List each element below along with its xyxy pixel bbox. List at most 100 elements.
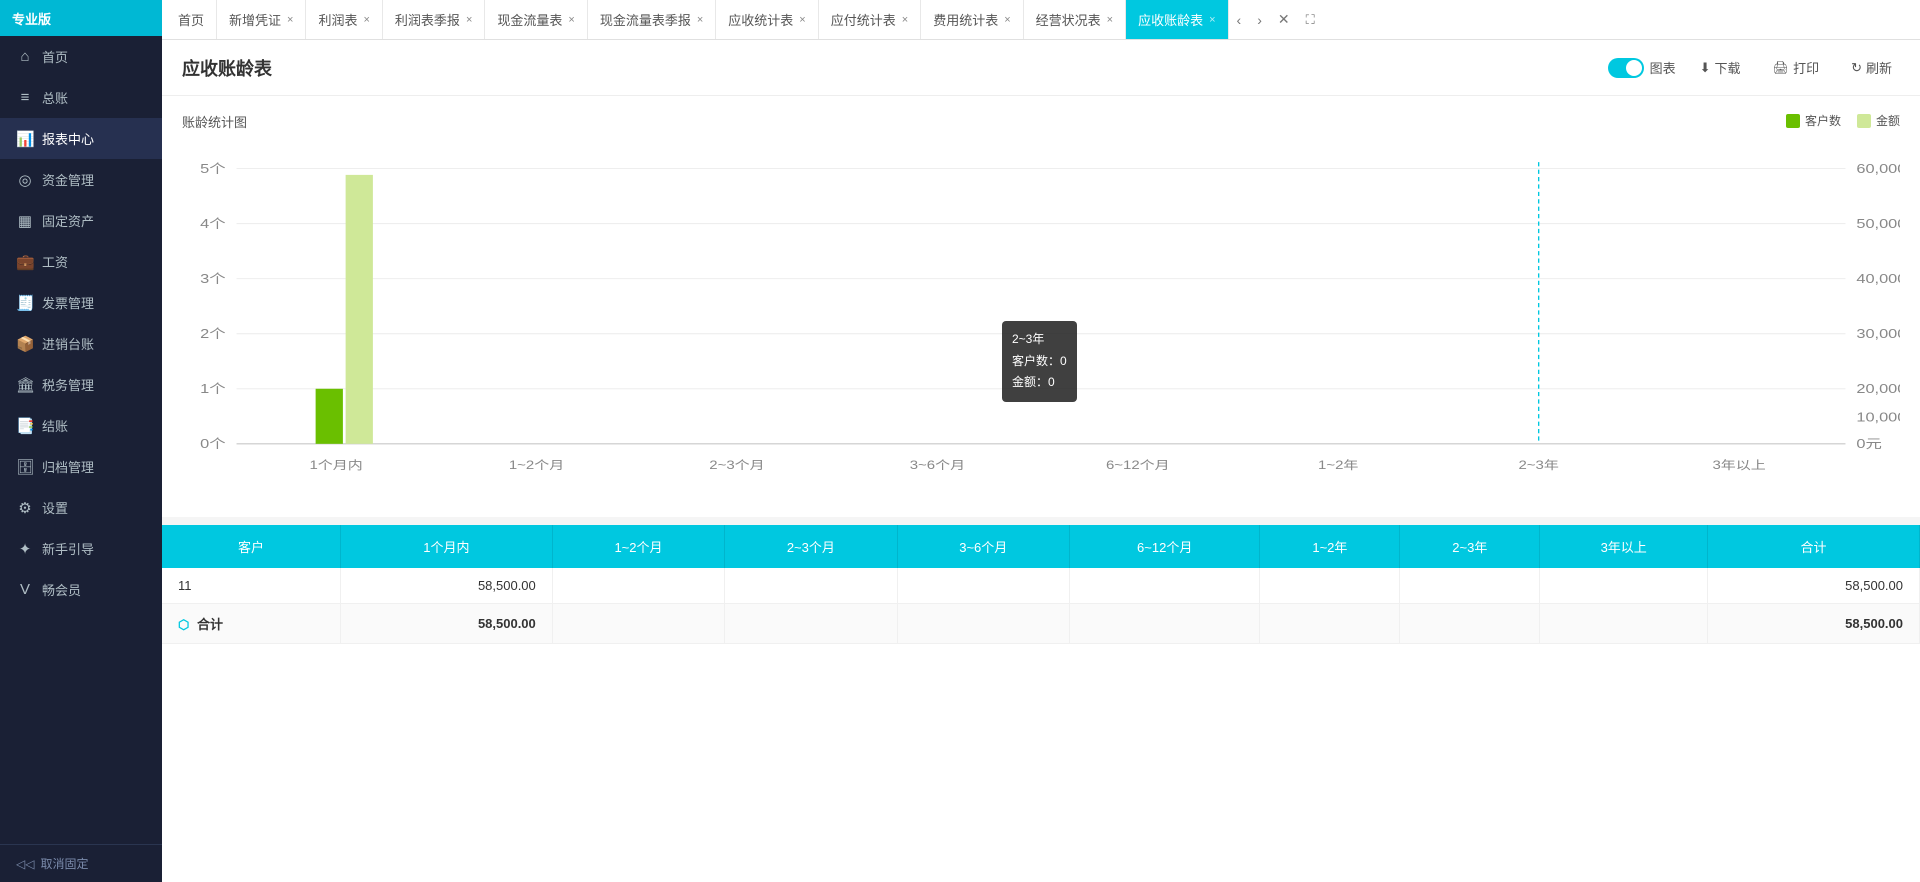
chart-svg: 5个 4个 3个 2个 1个 0个 60,000.00元 50,000.00元 …: [182, 141, 1900, 501]
fund-icon: ◎: [16, 171, 34, 189]
cell-1month: 58,500.00: [340, 568, 552, 604]
tab-expense-stat[interactable]: 费用统计表 ×: [921, 0, 1023, 39]
sidebar-item-settings[interactable]: ⚙ 设置: [0, 487, 162, 528]
tab-label: 首页: [178, 10, 204, 29]
chart-toggle-label: 图表: [1650, 58, 1676, 77]
svg-text:20,000.00元: 20,000.00元: [1856, 383, 1900, 397]
cell-1-2month: [552, 568, 724, 604]
tab-close-icon[interactable]: ×: [1107, 14, 1113, 26]
chart-container: 5个 4个 3个 2个 1个 0个 60,000.00元 50,000.00元 …: [182, 141, 1900, 501]
col-total: 合计: [1708, 525, 1920, 568]
sidebar-item-label: 发票管理: [42, 293, 94, 312]
sidebar-item-home[interactable]: ⌂ 首页: [0, 36, 162, 77]
svg-text:50,000.00元: 50,000.00元: [1856, 217, 1900, 231]
legend-amount-label: 金额: [1876, 112, 1900, 129]
app-logo: 专业版: [0, 0, 162, 36]
sidebar-item-invoice-mgmt[interactable]: 🧾 发票管理: [0, 282, 162, 323]
sidebar-item-salary[interactable]: 💼 工资: [0, 241, 162, 282]
tab-close-icon[interactable]: ×: [1209, 14, 1215, 26]
chart-legend: 客户数 金额: [1786, 112, 1900, 129]
legend-amount: 金额: [1857, 112, 1900, 129]
sidebar-item-label: 归档管理: [42, 457, 94, 476]
tab-close-icon[interactable]: ×: [799, 14, 805, 26]
sidebar-item-label: 资金管理: [42, 170, 94, 189]
svg-text:0个: 0个: [200, 437, 226, 452]
sidebar-item-ledger[interactable]: ≡ 总账: [0, 77, 162, 118]
sidebar-item-fixed-assets[interactable]: ▦ 固定资产: [0, 200, 162, 241]
tab-nav-next[interactable]: ›: [1249, 0, 1270, 39]
report-icon: 📊: [16, 130, 34, 148]
cell-2-3month: [725, 568, 897, 604]
cell-3-6month: [897, 568, 1069, 604]
tab-voucher[interactable]: 新增凭证 ×: [217, 0, 306, 39]
tab-receivable-stat[interactable]: 应收统计表 ×: [716, 0, 818, 39]
sidebar-item-fund-mgmt[interactable]: ◎ 资金管理: [0, 159, 162, 200]
total-2-3month: [725, 604, 897, 644]
page-header: 应收账龄表 图表 ⬇ 下载 🖨 打印 ↻ 刷新: [162, 40, 1920, 96]
chart-section: 账龄统计图 客户数 金额 5个 4个 3个 2个 1个: [162, 96, 1920, 517]
svg-text:5个: 5个: [200, 161, 226, 176]
col-3-6month: 3~6个月: [897, 525, 1069, 568]
table-total-row: ⬡ 合计 58,500.00 58,500.00: [162, 604, 1920, 644]
sidebar-item-label: 结账: [42, 416, 68, 435]
svg-text:1个月内: 1个月内: [309, 459, 362, 472]
sidebar-item-purchase-sale[interactable]: 📦 进销台账: [0, 323, 162, 364]
cell-total-label: ⬡ 合计: [162, 604, 340, 644]
cell-3plus-year: [1540, 568, 1708, 604]
toggle-switch-control[interactable]: [1608, 58, 1644, 78]
tab-close-icon[interactable]: ×: [287, 14, 293, 26]
tab-label: 利润表季报: [395, 10, 460, 29]
chart-toggle[interactable]: 图表: [1608, 58, 1676, 78]
tab-close-icon[interactable]: ×: [363, 14, 369, 26]
tab-home[interactable]: 首页: [166, 0, 217, 39]
tab-label: 应收统计表: [728, 10, 793, 29]
tab-nav-prev[interactable]: ‹: [1229, 0, 1250, 39]
sidebar-item-guide[interactable]: ✦ 新手引导: [0, 528, 162, 569]
page-title: 应收账龄表: [182, 55, 272, 81]
svg-text:3~6个月: 3~6个月: [910, 459, 965, 472]
tab-profit[interactable]: 利润表 ×: [306, 0, 382, 39]
download-label: 下载: [1715, 58, 1741, 77]
tab-close-icon[interactable]: ×: [568, 14, 574, 26]
sidebar-item-settlement[interactable]: 📑 结账: [0, 405, 162, 446]
header-actions: 图表 ⬇ 下载 🖨 打印 ↻ 刷新: [1608, 54, 1900, 81]
membership-icon: V: [16, 581, 34, 598]
refresh-button[interactable]: ↻ 刷新: [1843, 54, 1900, 81]
sidebar-item-report-center[interactable]: 📊 报表中心: [0, 118, 162, 159]
tab-close-icon[interactable]: ×: [902, 14, 908, 26]
tab-cashflow-quarterly[interactable]: 现金流量表季报 ×: [588, 0, 716, 39]
pin-icon: ◁◁: [16, 857, 34, 871]
tab-aging-table[interactable]: 应收账龄表 ×: [1126, 0, 1228, 39]
tab-operation-stat[interactable]: 经营状况表 ×: [1024, 0, 1126, 39]
total-6-12month: [1069, 604, 1259, 644]
legend-customer-count: 客户数: [1786, 112, 1841, 129]
main-area: 首页 新增凭证 × 利润表 × 利润表季报 × 现金流量表 × 现金流量表季报 …: [162, 0, 1920, 882]
sidebar-item-archive-mgmt[interactable]: 🗄 归档管理: [0, 446, 162, 487]
sidebar-item-label: 固定资产: [42, 211, 94, 230]
col-2-3year: 2~3年: [1400, 525, 1540, 568]
ledger-icon: ≡: [16, 89, 34, 106]
tab-expand-btn[interactable]: ⛶: [1298, 0, 1323, 39]
sidebar-pin-toggle[interactable]: ◁◁ 取消固定: [0, 844, 162, 882]
tab-close-icon[interactable]: ×: [1004, 14, 1010, 26]
col-1-2year: 1~2年: [1260, 525, 1400, 568]
sidebar-item-membership[interactable]: V 畅会员: [0, 569, 162, 610]
svg-text:1个: 1个: [200, 382, 226, 397]
tab-close-icon[interactable]: ×: [466, 14, 472, 26]
tab-profit-quarterly[interactable]: 利润表季报 ×: [383, 0, 485, 39]
cell-2-3year: [1400, 568, 1540, 604]
sidebar: 专业版 ⌂ 首页 ≡ 总账 📊 报表中心 ◎ 资金管理 ▦ 固定资产 💼 工资 …: [0, 0, 162, 882]
sidebar-footer-label: 取消固定: [40, 855, 88, 872]
sidebar-item-tax-mgmt[interactable]: 🏛 税务管理: [0, 364, 162, 405]
total-icon: ⬡: [178, 617, 189, 632]
table-header-row: 客户 1个月内 1~2个月 2~3个月 3~6个月 6~12个月 1~2年 2~…: [162, 525, 1920, 568]
sidebar-item-label: 进销台账: [42, 334, 94, 353]
sidebar-item-label: 税务管理: [42, 375, 94, 394]
tab-close-all[interactable]: ✕: [1270, 0, 1298, 39]
tab-cashflow[interactable]: 现金流量表 ×: [485, 0, 587, 39]
tab-payable-stat[interactable]: 应付统计表 ×: [819, 0, 921, 39]
print-button[interactable]: 🖨 打印: [1765, 54, 1828, 81]
content-area: 应收账龄表 图表 ⬇ 下载 🖨 打印 ↻ 刷新: [162, 40, 1920, 882]
tab-close-icon[interactable]: ×: [697, 14, 703, 26]
download-button[interactable]: ⬇ 下载: [1692, 54, 1749, 81]
